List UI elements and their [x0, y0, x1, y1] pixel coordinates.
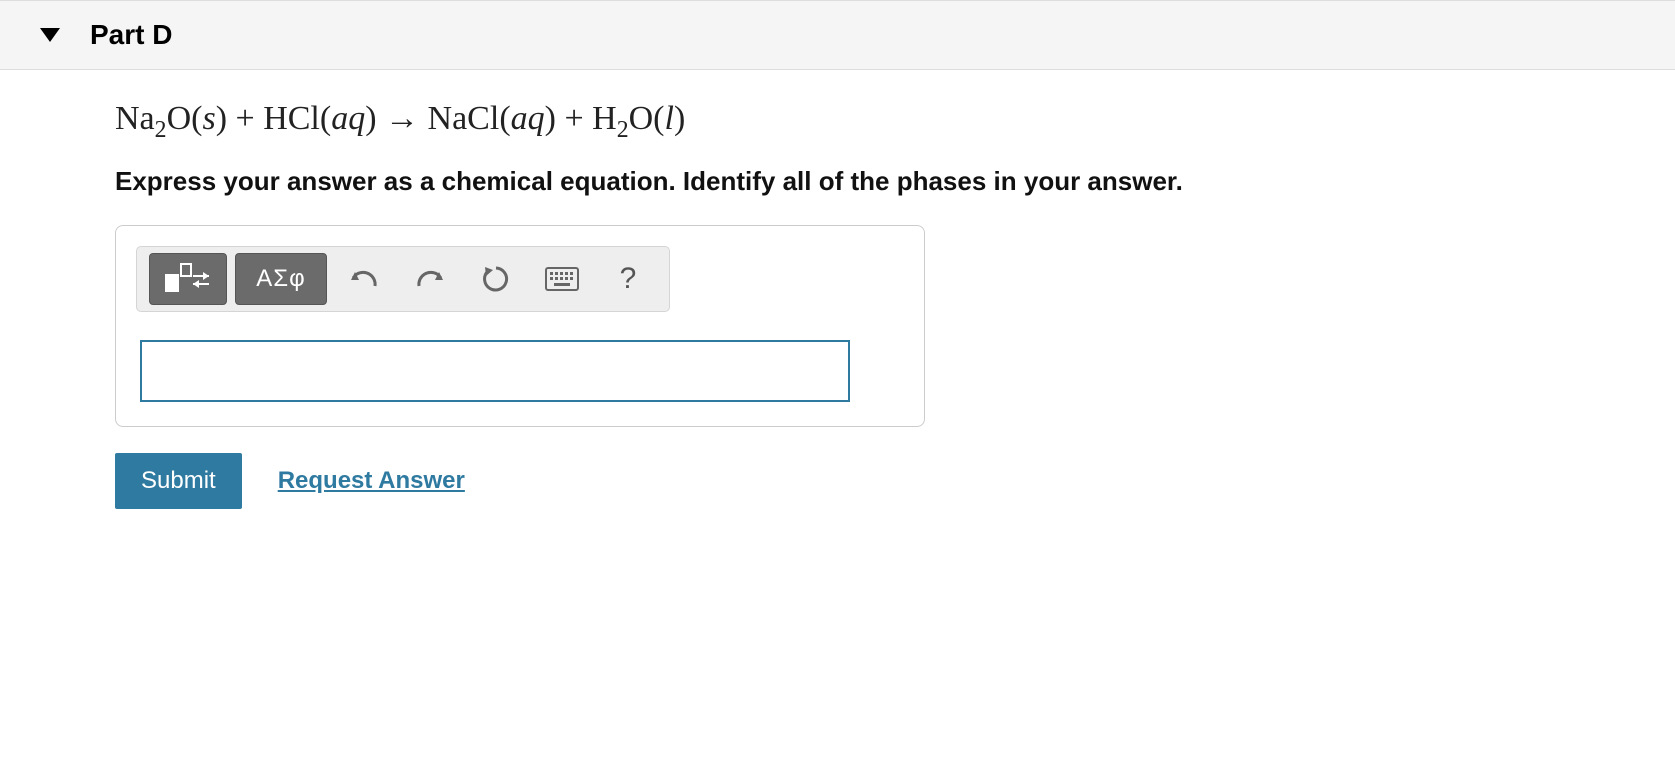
help-button[interactable]: ?	[599, 253, 657, 305]
reactant2-state: aq	[331, 100, 365, 137]
request-answer-link[interactable]: Request Answer	[278, 467, 465, 495]
product1: NaCl	[428, 100, 500, 137]
part-header[interactable]: Part D	[0, 0, 1675, 70]
product2-tail: O	[629, 100, 654, 137]
reactant1-sub: 2	[155, 117, 167, 143]
undo-button[interactable]	[335, 253, 393, 305]
redo-button[interactable]	[401, 253, 459, 305]
chemical-equation: Na2O(s) + HCl(aq) → NaCl(aq) + H2O(l)	[115, 100, 1645, 144]
answer-box: ΑΣφ	[115, 225, 925, 427]
product2-state: l	[665, 100, 674, 137]
equation-toolbar: ΑΣφ	[136, 246, 670, 312]
reactant1-tail: O	[167, 100, 192, 137]
answer-input[interactable]	[140, 340, 850, 402]
reactant1-state: s	[202, 100, 215, 137]
reset-button[interactable]	[467, 253, 525, 305]
actions-row: Submit Request Answer	[115, 453, 1645, 509]
greek-symbols-button[interactable]: ΑΣφ	[235, 253, 327, 305]
product2-sub: 2	[617, 117, 629, 143]
product2-head: H	[592, 100, 617, 137]
reactant2: HCl	[263, 100, 320, 137]
reaction-arrow: →	[385, 100, 419, 137]
chem-template-button[interactable]	[149, 253, 227, 305]
part-title: Part D	[90, 19, 172, 51]
content-area: Na2O(s) + HCl(aq) → NaCl(aq) + H2O(l) Ex…	[0, 70, 1675, 539]
caret-down-icon	[40, 28, 60, 42]
product1-state: aq	[511, 100, 545, 137]
reactant1-head: Na	[115, 100, 155, 137]
keyboard-button[interactable]	[533, 253, 591, 305]
submit-button[interactable]: Submit	[115, 453, 242, 509]
instruction-text: Express your answer as a chemical equati…	[115, 166, 1645, 197]
